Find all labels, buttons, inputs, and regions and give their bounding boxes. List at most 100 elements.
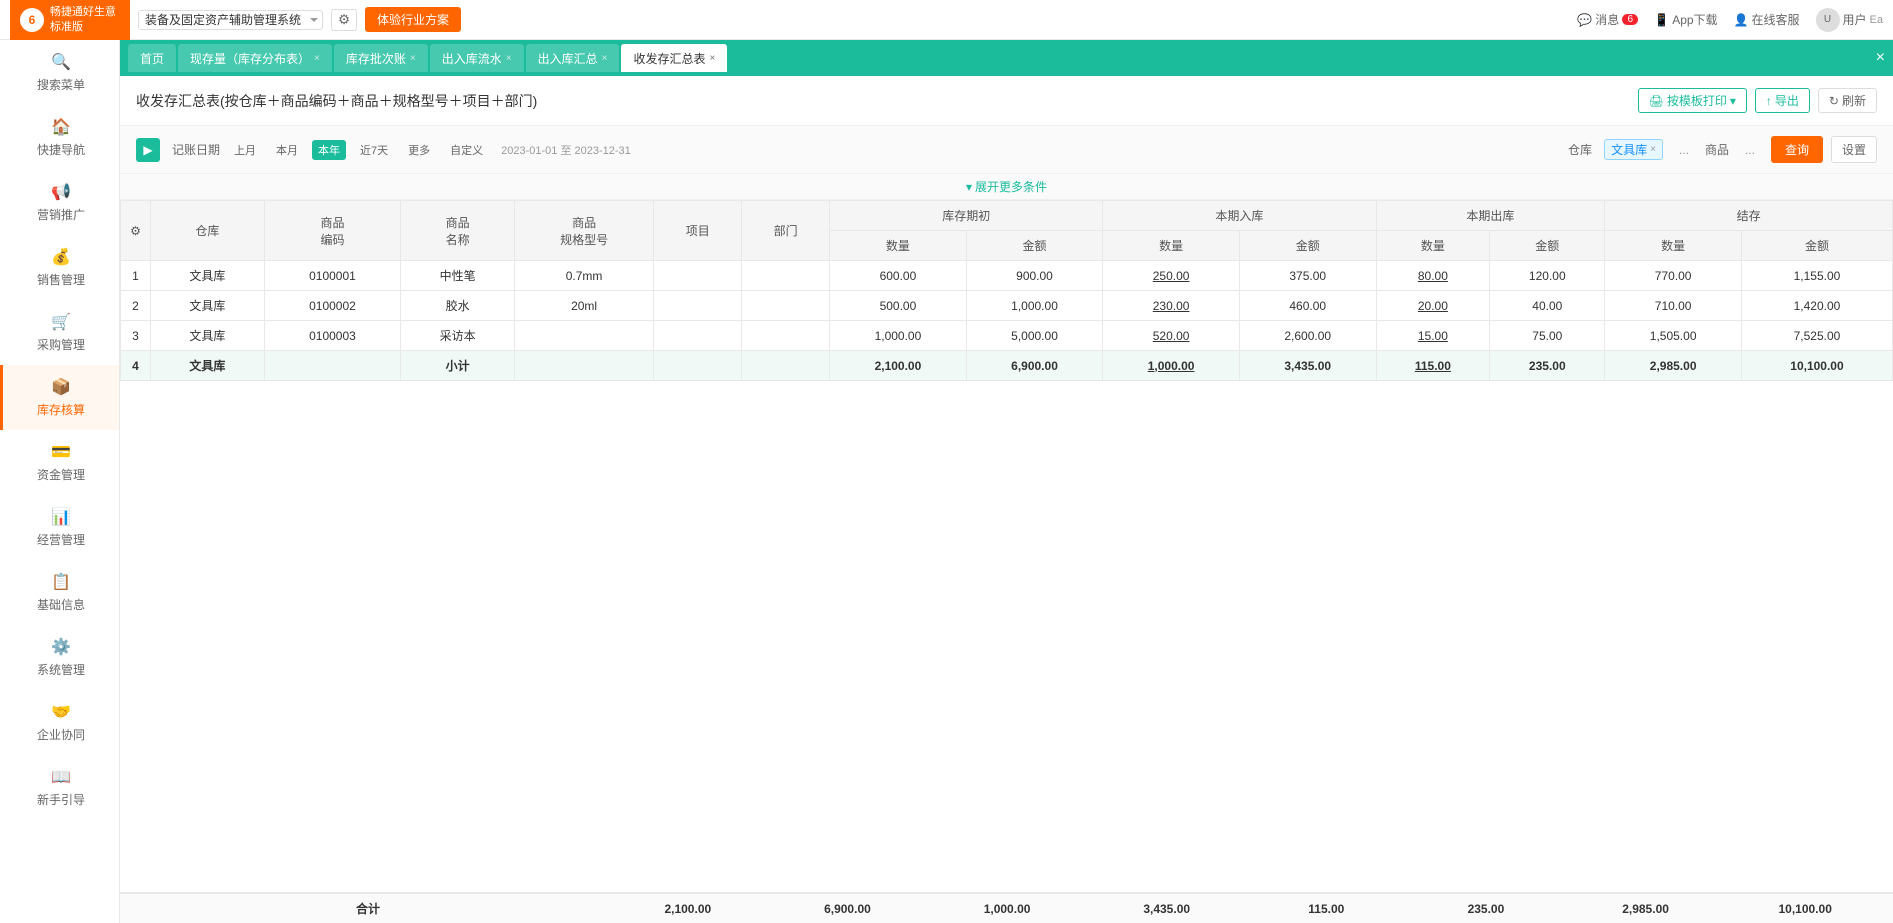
print-button[interactable]: 🖨 按模板打印 ▾ — [1638, 88, 1747, 113]
basic-info-icon: 📋 — [51, 572, 71, 592]
warehouse-more-button[interactable]: ... — [1675, 141, 1693, 159]
sidebar-item-basic-info[interactable]: 📋 基础信息 — [0, 560, 119, 625]
sidebar-item-finance[interactable]: 💳 资金管理 — [0, 430, 119, 495]
date-btn-last-month[interactable]: 上月 — [228, 140, 262, 160]
row-opening-amt: 5,000.00 — [966, 321, 1103, 351]
sidebar-item-newbie[interactable]: 📖 新手引导 — [0, 755, 119, 820]
tab-close-in-out-flow[interactable]: × — [506, 53, 512, 64]
expand-conditions-button[interactable]: ▾ 展开更多条件 — [966, 178, 1047, 195]
row-out-qty-link[interactable]: 15.00 — [1418, 329, 1448, 343]
tab-home[interactable]: 首页 — [128, 44, 176, 72]
row-spec: 0.7mm — [514, 261, 653, 291]
sidebar-item-enterprise[interactable]: 🤝 企业协同 — [0, 690, 119, 755]
sales-icon: 💰 — [51, 247, 71, 267]
search-icon: 🔍 — [51, 52, 71, 72]
row-out-qty-link[interactable]: 115.00 — [1415, 359, 1451, 373]
row-in-qty[interactable]: 230.00 — [1103, 291, 1240, 321]
warehouse-tag-close[interactable]: × — [1650, 144, 1656, 155]
user-avatar: U — [1816, 8, 1840, 32]
sidebar-item-purchase[interactable]: 🛒 采购管理 — [0, 300, 119, 365]
setting-button[interactable]: 设置 — [1831, 136, 1877, 163]
goods-label: 商品 — [1705, 141, 1729, 158]
row-out-qty[interactable]: 15.00 — [1376, 321, 1490, 351]
row-spec — [514, 321, 653, 351]
th-bal-qty: 数量 — [1605, 231, 1742, 261]
tab-collection-summary[interactable]: 收发存汇总表 × — [621, 44, 727, 72]
tab-close-batch-account[interactable]: × — [410, 53, 416, 64]
tab-close-in-out-summary[interactable]: × — [602, 53, 608, 64]
row-balance-amt: 7,525.00 — [1741, 321, 1892, 351]
date-btn-this-year[interactable]: 本年 — [312, 140, 346, 160]
footer-bal-amt: 10,100.00 — [1725, 902, 1885, 916]
sidebar-item-quick-nav[interactable]: 🏠 快捷导航 — [0, 105, 119, 170]
th-in-amt: 金额 — [1239, 231, 1376, 261]
summary-table: ⚙ 仓库 商品编码 商品名称 商品规格型号 项目 部门 库存期初 本期入库 本期… — [120, 200, 1893, 381]
logo-icon: 6 — [20, 8, 44, 32]
th-bal-amt: 金额 — [1741, 231, 1892, 261]
warehouse-label: 仓库 — [1568, 141, 1592, 158]
row-in-qty[interactable]: 250.00 — [1103, 261, 1240, 291]
date-btn-7days[interactable]: 近7天 — [354, 140, 394, 160]
tab-bar-close[interactable]: × — [1876, 49, 1885, 67]
row-in-qty-link[interactable]: 250.00 — [1153, 269, 1190, 283]
row-name: 中性笔 — [401, 261, 515, 291]
refresh-button[interactable]: ↻ 刷新 — [1818, 88, 1877, 113]
export-button[interactable]: ↑ 导出 — [1755, 88, 1810, 113]
date-range: 2023-01-01 至 2023-12-31 — [501, 142, 631, 158]
row-balance-amt: 1,155.00 — [1741, 261, 1892, 291]
row-in-qty-link[interactable]: 1,000.00 — [1148, 359, 1195, 373]
sidebar-item-system[interactable]: ⚙️ 系统管理 — [0, 625, 119, 690]
th-outbound: 本期出库 — [1376, 201, 1605, 231]
logo-area: 6 畅捷通好生意 标准版 — [10, 0, 130, 40]
row-name: 采访本 — [401, 321, 515, 351]
tab-in-out-summary[interactable]: 出入库汇总 × — [526, 44, 620, 72]
date-btn-custom[interactable]: 自定义 — [444, 140, 489, 160]
sidebar-item-marketing[interactable]: 📢 营销推广 — [0, 170, 119, 235]
date-btn-this-month[interactable]: 本月 — [270, 140, 304, 160]
sidebar-item-inventory[interactable]: 📦 库存核算 — [0, 365, 119, 430]
th-out-qty: 数量 — [1376, 231, 1490, 261]
tab-in-out-flow[interactable]: 出入库流水 × — [430, 44, 524, 72]
row-out-qty-link[interactable]: 80.00 — [1418, 269, 1448, 283]
footer-opening-qty: 2,100.00 — [608, 902, 768, 916]
tab-stock-dist[interactable]: 现存量（库存分布表） × — [178, 44, 332, 72]
tab-batch-account[interactable]: 库存批次账 × — [334, 44, 428, 72]
message-button[interactable]: 💬 消息 6 — [1577, 11, 1638, 28]
row-warehouse: 文具库 — [151, 321, 265, 351]
experience-button[interactable]: 体验行业方案 — [365, 7, 461, 32]
row-out-qty-link[interactable]: 20.00 — [1418, 299, 1448, 313]
row-in-qty-link[interactable]: 230.00 — [1153, 299, 1190, 313]
th-out-amt: 金额 — [1490, 231, 1605, 261]
row-project — [654, 351, 742, 381]
app-download-button[interactable]: 📱 App下载 — [1654, 11, 1717, 28]
sidebar-item-search-menu[interactable]: 🔍 搜索菜单 — [0, 40, 119, 105]
refresh-icon: ↻ — [1829, 94, 1839, 108]
row-in-qty[interactable]: 520.00 — [1103, 321, 1240, 351]
data-table-container: ⚙ 仓库 商品编码 商品名称 商品规格型号 项目 部门 库存期初 本期入库 本期… — [120, 200, 1893, 892]
sidebar-item-sales[interactable]: 💰 销售管理 — [0, 235, 119, 300]
row-out-qty[interactable]: 20.00 — [1376, 291, 1490, 321]
row-opening-amt: 6,900.00 — [966, 351, 1103, 381]
row-dept — [742, 291, 830, 321]
date-btn-more[interactable]: 更多 — [402, 140, 436, 160]
filter-toggle-button[interactable]: ▶ — [136, 138, 160, 162]
sidebar-item-operation[interactable]: 📊 经营管理 — [0, 495, 119, 560]
row-project — [654, 321, 742, 351]
gear-button[interactable]: ⚙ — [331, 9, 357, 31]
tab-close-collection-summary[interactable]: × — [709, 53, 715, 64]
th-settings[interactable]: ⚙ — [121, 201, 151, 261]
row-out-qty[interactable]: 115.00 — [1376, 351, 1490, 381]
row-in-qty[interactable]: 1,000.00 — [1103, 351, 1240, 381]
th-opening-qty: 数量 — [830, 231, 967, 261]
row-in-qty-link[interactable]: 520.00 — [1153, 329, 1190, 343]
table-row: 2文具库0100002胶水20ml500.001,000.00230.00460… — [121, 291, 1893, 321]
query-button[interactable]: 查询 — [1771, 136, 1823, 163]
user-menu[interactable]: U 用户 Ea — [1816, 8, 1883, 32]
tab-close-stock-dist[interactable]: × — [314, 53, 320, 64]
row-out-qty[interactable]: 80.00 — [1376, 261, 1490, 291]
th-warehouse: 仓库 — [151, 201, 265, 261]
sidebar: 🔍 搜索菜单 🏠 快捷导航 📢 营销推广 💰 销售管理 🛒 采购管理 📦 — [0, 40, 120, 923]
goods-more-button[interactable]: ... — [1741, 141, 1759, 159]
system-select[interactable]: 装备及固定资产辅助管理系统 — [138, 10, 323, 30]
online-service-button[interactable]: 👤 在线客服 — [1734, 11, 1800, 28]
